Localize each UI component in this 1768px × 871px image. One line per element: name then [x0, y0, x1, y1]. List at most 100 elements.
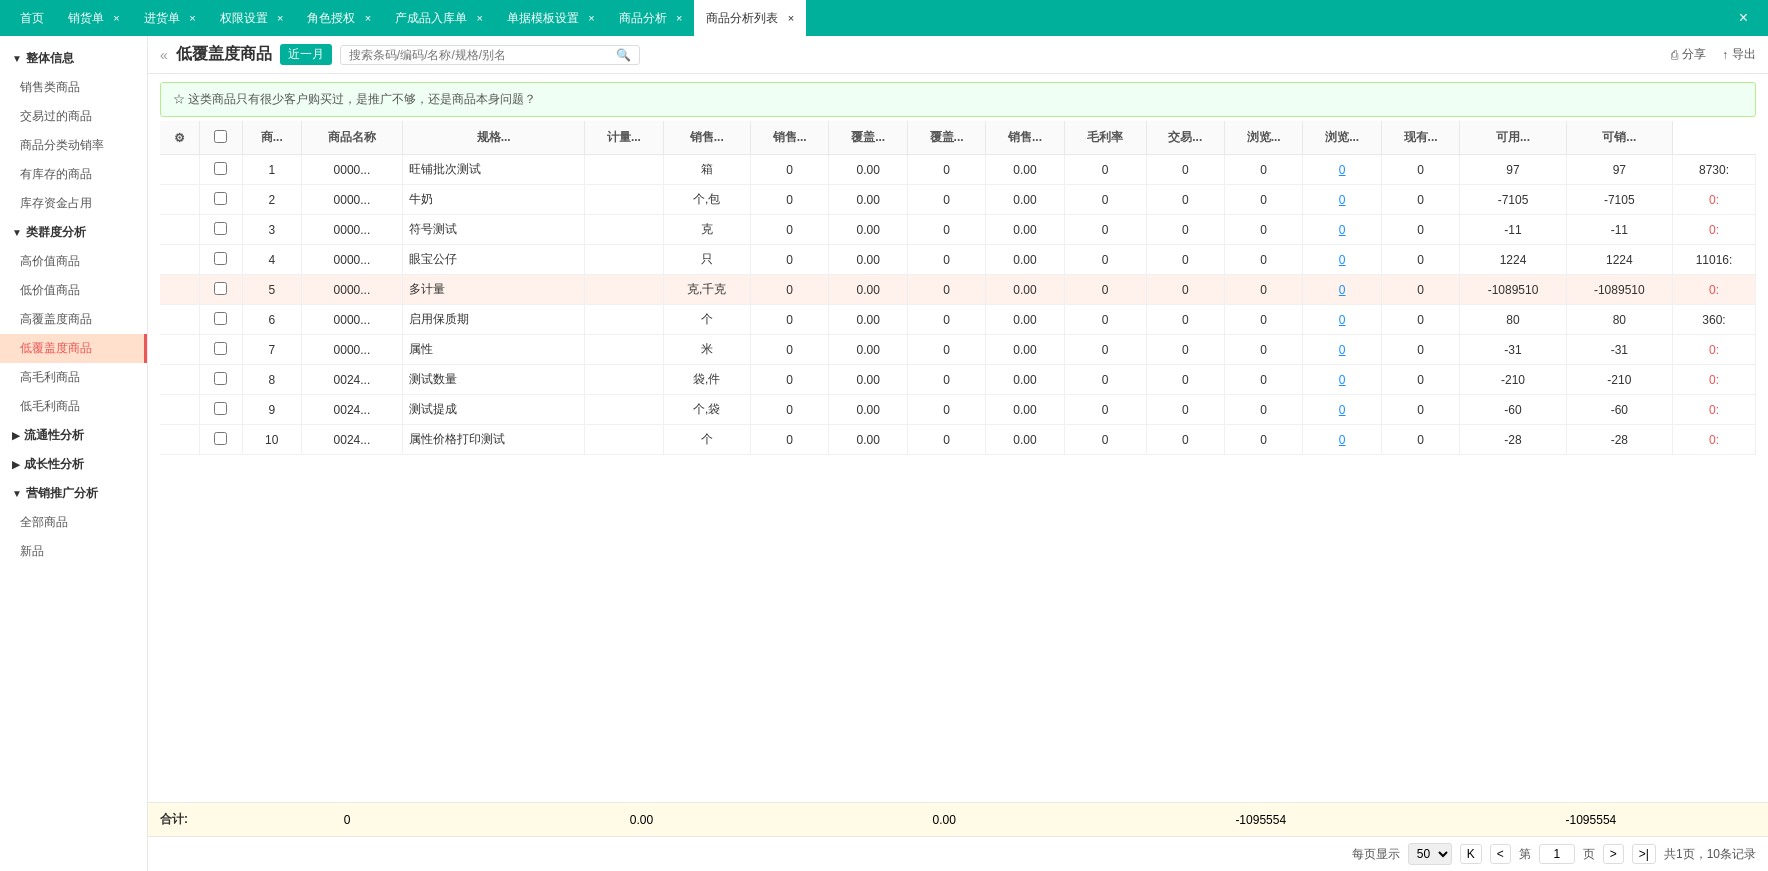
row-checkbox[interactable] — [214, 402, 227, 415]
name-column-header[interactable]: 商品名称 — [301, 121, 403, 155]
gross-column-header[interactable]: 毛利率 — [1064, 121, 1146, 155]
browse-link[interactable]: 0 — [1339, 193, 1346, 207]
nav-tab-analysis[interactable]: 商品分析 × — [607, 0, 695, 36]
row-browse1[interactable]: 0 — [1303, 395, 1381, 425]
row-checkbox[interactable] — [214, 372, 227, 385]
row-cell-6: 0 — [1224, 245, 1302, 275]
nav-tab-permissions[interactable]: 权限设置 × — [208, 0, 296, 36]
browse-link[interactable]: 0 — [1339, 403, 1346, 417]
header-actions: ⎙ 分享 ↑ 导出 — [1671, 46, 1756, 63]
browse-link[interactable]: 0 — [1339, 253, 1346, 267]
row-checkbox[interactable] — [214, 432, 227, 445]
sidebar-section-circulation[interactable]: ▶ 流通性分析 — [0, 421, 147, 450]
sidebar-item-low-coverage[interactable]: 低覆盖度商品 — [0, 334, 147, 363]
sidebar-collapse-button[interactable]: « — [160, 47, 168, 63]
sidebar-item-all-goods[interactable]: 全部商品 — [0, 508, 147, 537]
nav-tab-analysis-list[interactable]: 商品分析列表 × — [694, 0, 806, 36]
prev-page-button[interactable]: < — [1490, 844, 1511, 864]
row-browse1[interactable]: 0 — [1303, 365, 1381, 395]
stock1-column-header[interactable]: 现有... — [1381, 121, 1459, 155]
row-checkbox[interactable] — [214, 222, 227, 235]
sidebar-item-low-value[interactable]: 低价值商品 — [0, 276, 147, 305]
sidebar-item-low-profit[interactable]: 低毛利商品 — [0, 392, 147, 421]
stock2-column-header[interactable]: 可用... — [1460, 121, 1566, 155]
close-icon[interactable]: × — [788, 12, 794, 24]
browse-link[interactable]: 0 — [1339, 433, 1346, 447]
browse-link[interactable]: 0 — [1339, 373, 1346, 387]
close-icon[interactable]: × — [476, 12, 482, 24]
browse-link[interactable]: 0 — [1339, 223, 1346, 237]
row-checkbox[interactable] — [214, 282, 227, 295]
row-browse1[interactable]: 0 — [1303, 275, 1381, 305]
select-all-checkbox[interactable] — [214, 130, 227, 143]
export-button[interactable]: ↑ 导出 — [1722, 46, 1756, 63]
sidebar-item-high-coverage[interactable]: 高覆盖度商品 — [0, 305, 147, 334]
sellable-column-header[interactable]: 可销... — [1566, 121, 1672, 155]
nav-tab-warehouse[interactable]: 产成品入库单 × — [383, 0, 495, 36]
code-column-header[interactable]: 商... — [243, 121, 301, 155]
nav-tab-purchase[interactable]: 进货单 × — [132, 0, 208, 36]
sidebar-item-high-value[interactable]: 高价值商品 — [0, 247, 147, 276]
browse2-column-header[interactable]: 浏览... — [1303, 121, 1381, 155]
browse-link[interactable]: 0 — [1339, 163, 1346, 177]
sidebar-item-high-profit[interactable]: 高毛利商品 — [0, 363, 147, 392]
browse-link[interactable]: 0 — [1339, 313, 1346, 327]
row-checkbox[interactable] — [214, 192, 227, 205]
spec-column-header[interactable]: 规格... — [403, 121, 585, 155]
nav-tab-sales[interactable]: 销货单 × — [56, 0, 132, 36]
close-icon[interactable]: × — [277, 12, 283, 24]
sidebar-item-new-goods[interactable]: 新品 — [0, 537, 147, 566]
close-all-button[interactable]: × — [1727, 9, 1760, 27]
settings-column-header[interactable]: ⚙ — [160, 121, 199, 155]
search-input[interactable] — [349, 48, 612, 62]
sidebar-item-sales-goods[interactable]: 销售类商品 — [0, 73, 147, 102]
row-cell-5: 0 — [1146, 365, 1224, 395]
row-browse1[interactable]: 0 — [1303, 305, 1381, 335]
share-button[interactable]: ⎙ 分享 — [1671, 46, 1706, 63]
row-browse1[interactable]: 0 — [1303, 155, 1381, 185]
row-checkbox[interactable] — [214, 312, 227, 325]
sidebar-item-traded-goods[interactable]: 交易过的商品 — [0, 102, 147, 131]
row-browse1[interactable]: 0 — [1303, 425, 1381, 455]
close-icon[interactable]: × — [365, 12, 371, 24]
close-icon[interactable]: × — [676, 12, 682, 24]
sidebar-item-capital[interactable]: 库存资金占用 — [0, 189, 147, 218]
row-checkbox[interactable] — [214, 342, 227, 355]
row-code: 0000... — [301, 275, 403, 305]
sales1-column-header[interactable]: 销售... — [663, 121, 750, 155]
close-icon[interactable]: × — [113, 12, 119, 24]
page-input[interactable] — [1539, 844, 1575, 864]
sidebar-item-stocked-goods[interactable]: 有库存的商品 — [0, 160, 147, 189]
sidebar-section-marketing[interactable]: ▼ 营销推广分析 — [0, 479, 147, 508]
row-browse1[interactable]: 0 — [1303, 215, 1381, 245]
close-icon[interactable]: × — [588, 12, 594, 24]
row-checkbox[interactable] — [214, 162, 227, 175]
unit-column-header[interactable]: 计量... — [585, 121, 663, 155]
sidebar-section-growth[interactable]: ▶ 成长性分析 — [0, 450, 147, 479]
sidebar-item-category-rate[interactable]: 商品分类动销率 — [0, 131, 147, 160]
sidebar-section-overview[interactable]: ▼ 整体信息 — [0, 44, 147, 73]
nav-tab-template[interactable]: 单据模板设置 × — [495, 0, 607, 36]
last-page-button[interactable]: >| — [1632, 844, 1656, 864]
trade-column-header[interactable]: 交易... — [1146, 121, 1224, 155]
row-browse1[interactable]: 0 — [1303, 245, 1381, 275]
close-icon[interactable]: × — [189, 12, 195, 24]
sidebar-section-cluster[interactable]: ▼ 类群度分析 — [0, 218, 147, 247]
browse-link[interactable]: 0 — [1339, 343, 1346, 357]
cov1-column-header[interactable]: 覆盖... — [829, 121, 907, 155]
cov2-column-header[interactable]: 覆盖... — [907, 121, 985, 155]
row-checkbox[interactable] — [214, 252, 227, 265]
row-browse1[interactable]: 0 — [1303, 335, 1381, 365]
sales3-column-header[interactable]: 销售... — [986, 121, 1064, 155]
page-size-select[interactable]: 50 — [1408, 843, 1452, 865]
row-browse1[interactable]: 0 — [1303, 185, 1381, 215]
browse-link[interactable]: 0 — [1339, 283, 1346, 297]
sales2-column-header[interactable]: 销售... — [750, 121, 828, 155]
time-filter-button[interactable]: 近一月 — [280, 44, 332, 65]
browse1-column-header[interactable]: 浏览... — [1224, 121, 1302, 155]
nav-tab-roles[interactable]: 角色授权 × — [295, 0, 383, 36]
checkbox-column-header[interactable] — [199, 121, 242, 155]
next-page-button[interactable]: > — [1603, 844, 1624, 864]
nav-tab-home[interactable]: 首页 — [8, 0, 56, 36]
first-page-button[interactable]: K — [1460, 844, 1482, 864]
